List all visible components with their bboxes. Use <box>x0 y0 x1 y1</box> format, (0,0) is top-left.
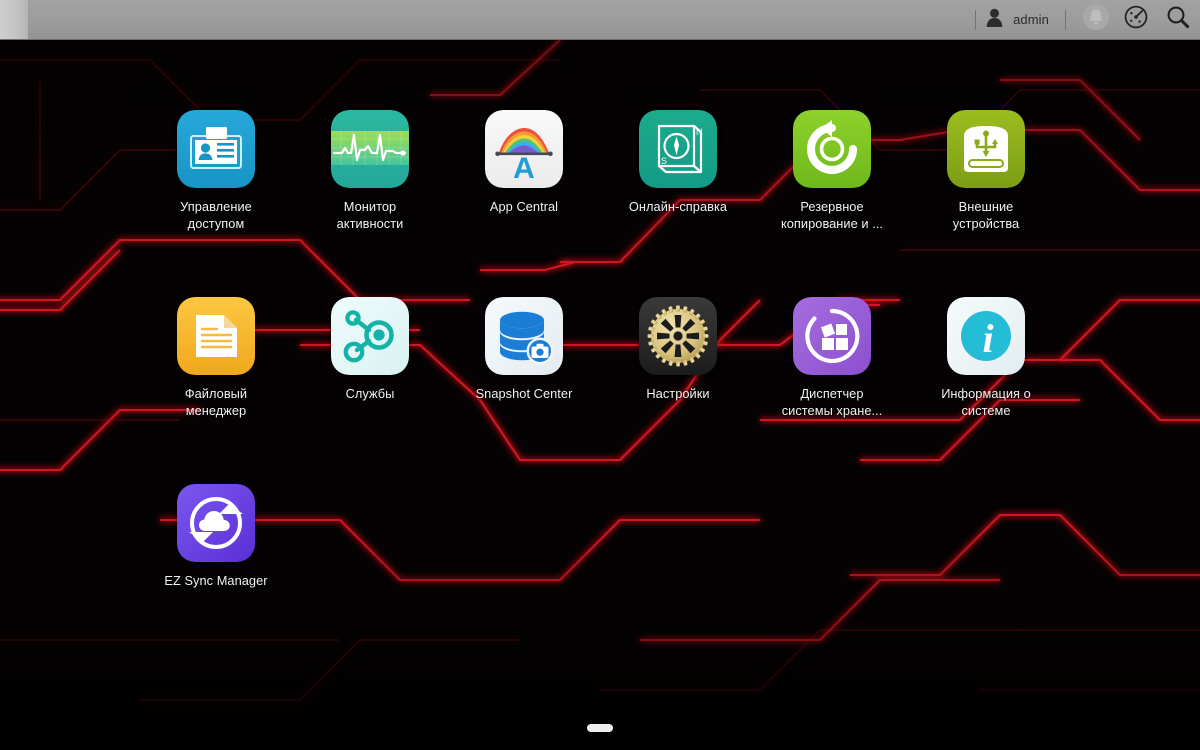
app-icon-storage-manager[interactable]: Диспетчер системы хране... <box>755 297 909 419</box>
icon-wrapper <box>177 484 255 562</box>
search-button[interactable] <box>1156 0 1200 39</box>
svg-text:S: S <box>661 156 667 166</box>
icon-wrapper: N S <box>639 110 717 188</box>
app-label: Настройки <box>646 386 710 401</box>
user-menu[interactable]: admin <box>986 0 1055 39</box>
app-icon-services[interactable]: Службы <box>293 297 447 402</box>
svg-text:N: N <box>696 127 703 137</box>
icon-wrapper <box>793 297 871 375</box>
bell-icon <box>1081 2 1111 37</box>
app-icon-external-devices[interactable]: Внешние устройства <box>909 110 1063 232</box>
user-silhouette-icon <box>986 8 1003 32</box>
app-icon-backup-restore[interactable]: Резервное копирование и ... <box>755 110 909 232</box>
icon-wrapper <box>177 110 255 188</box>
topbar-left-panel <box>0 0 28 39</box>
icon-wrapper <box>485 297 563 375</box>
icon-wrapper <box>331 297 409 375</box>
cloud-sync-icon <box>177 484 255 562</box>
dashboard-button[interactable] <box>1116 0 1156 39</box>
app-icon-settings[interactable]: Настройки <box>601 297 755 402</box>
app-grid: Управление доступом Монитор активности A… <box>0 40 1200 710</box>
app-icon-activity-monitor[interactable]: Монитор активности <box>293 110 447 232</box>
divider <box>1065 9 1066 30</box>
circular-arrow-icon <box>793 110 871 188</box>
app-label: Диспетчер системы хране... <box>781 386 883 418</box>
app-label: Файловый менеджер <box>184 386 248 418</box>
icon-wrapper <box>331 110 409 188</box>
app-label: App Central <box>489 199 559 214</box>
icon-wrapper <box>177 297 255 375</box>
app-icon-app-central[interactable]: A App Central <box>447 110 601 215</box>
page-indicator[interactable] <box>0 724 1200 732</box>
top-bar: admin <box>0 0 1200 40</box>
svg-text:A: A <box>513 152 535 185</box>
compass-book-icon: N S <box>639 110 717 188</box>
app-label: Онлайн-справка <box>628 199 728 214</box>
info-circle-icon: i <box>947 297 1025 375</box>
app-label: Информация о системе <box>941 386 1031 418</box>
svg-text:i: i <box>982 316 993 361</box>
app-label: Службы <box>345 386 395 401</box>
desktop: admin Управление доступом Монитор активн… <box>0 0 1200 750</box>
page-dot-1[interactable] <box>587 724 613 732</box>
app-label: Внешние устройства <box>952 199 1020 231</box>
id-card-icon <box>177 110 255 188</box>
app-icon-access-control[interactable]: Управление доступом <box>139 110 293 232</box>
search-icon <box>1165 4 1191 35</box>
topbar-right-group: admin <box>965 0 1200 39</box>
app-icon-ez-sync-manager[interactable]: EZ Sync Manager <box>139 484 293 589</box>
app-label: EZ Sync Manager <box>164 573 268 588</box>
icon-wrapper: A <box>485 110 563 188</box>
usb-drive-icon <box>947 110 1025 188</box>
document-icon <box>177 297 255 375</box>
notification-button[interactable] <box>1076 0 1116 39</box>
rainbow-a-icon: A <box>485 110 563 188</box>
network-nodes-icon <box>331 297 409 375</box>
database-camera-icon <box>485 297 563 375</box>
icon-wrapper <box>793 110 871 188</box>
app-icon-snapshot-center[interactable]: Snapshot Center <box>447 297 601 402</box>
app-icon-online-help[interactable]: N S Онлайн-справка <box>601 110 755 215</box>
app-label: Snapshot Center <box>475 386 573 401</box>
app-icon-system-information[interactable]: i Информация о системе <box>909 297 1063 419</box>
app-label: Резервное копирование и ... <box>780 199 884 231</box>
icon-wrapper <box>639 297 717 375</box>
ekg-pulse-icon <box>331 110 409 188</box>
app-icon-file-explorer[interactable]: Файловый менеджер <box>139 297 293 419</box>
icon-wrapper <box>947 110 1025 188</box>
gauge-dashboard-icon <box>1123 4 1149 35</box>
user-name-label: admin <box>1013 12 1049 27</box>
storage-blocks-icon <box>793 297 871 375</box>
gear-icon <box>639 297 717 375</box>
divider <box>975 9 977 30</box>
app-label: Монитор активности <box>336 199 404 231</box>
icon-wrapper: i <box>947 297 1025 375</box>
app-label: Управление доступом <box>180 199 252 231</box>
